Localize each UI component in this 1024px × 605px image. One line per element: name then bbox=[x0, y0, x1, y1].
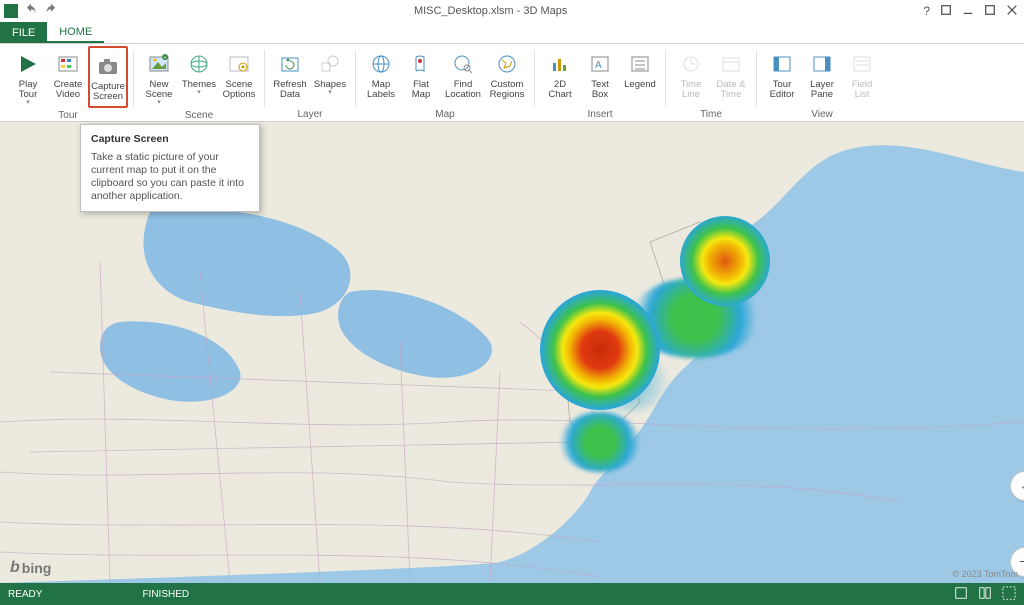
tooltip-capture-screen: Capture Screen Take a static picture of … bbox=[80, 124, 260, 212]
tab-home[interactable]: HOME bbox=[47, 22, 104, 43]
shapes-icon bbox=[316, 50, 344, 78]
custom-regions-button[interactable]: Custom Regions bbox=[485, 46, 529, 107]
group-label-view: View bbox=[811, 107, 833, 121]
status-finished: FINISHED bbox=[142, 589, 189, 600]
status-ready: READY bbox=[8, 589, 42, 600]
ribbon-display-button[interactable] bbox=[940, 4, 952, 19]
scene-options-button[interactable]: Scene Options bbox=[219, 46, 259, 108]
ribbon-group-layer: Refresh Data Shapes ▾ Layer bbox=[268, 46, 352, 121]
svg-text:+: + bbox=[164, 55, 167, 61]
window-title: MISC_Desktop.xlsm - 3D Maps bbox=[58, 5, 923, 17]
refresh-data-button[interactable]: Refresh Data bbox=[270, 46, 310, 107]
text-box-icon: A bbox=[586, 50, 614, 78]
close-button[interactable] bbox=[1006, 4, 1018, 19]
field-list-button: Field List bbox=[842, 46, 882, 107]
chevron-down-icon: ▾ bbox=[328, 90, 332, 96]
new-scene-button[interactable]: + New Scene ▾ bbox=[139, 46, 179, 108]
globe-icon bbox=[185, 50, 213, 78]
options-icon bbox=[225, 50, 253, 78]
ribbon-group-map: Map Labels Flat Map Find Location Custom… bbox=[359, 46, 531, 121]
film-icon bbox=[54, 50, 82, 78]
map-labels-button[interactable]: Map Labels bbox=[361, 46, 401, 107]
ribbon-tabs: FILE HOME bbox=[0, 22, 1024, 44]
time-line-button: Time Line bbox=[671, 46, 711, 107]
group-label-insert: Insert bbox=[587, 107, 612, 121]
help-button[interactable]: ? bbox=[923, 4, 930, 19]
excel-app-icon bbox=[4, 4, 18, 18]
flat-map-icon bbox=[407, 50, 435, 78]
text-box-button[interactable]: A Text Box bbox=[580, 46, 620, 107]
play-tour-button[interactable]: Play Tour ▾ bbox=[8, 46, 48, 108]
bing-b-icon: b bbox=[10, 559, 20, 577]
title-bar: MISC_Desktop.xlsm - 3D Maps ? bbox=[0, 0, 1024, 22]
themes-button[interactable]: Themes ▾ bbox=[179, 46, 219, 108]
group-label-tour: Tour bbox=[58, 108, 77, 122]
chevron-down-icon: ▾ bbox=[157, 100, 161, 106]
play-icon bbox=[14, 50, 42, 78]
svg-text:A: A bbox=[595, 60, 602, 71]
view-mode-3[interactable] bbox=[1002, 586, 1016, 603]
search-globe-icon bbox=[449, 50, 477, 78]
group-label-layer: Layer bbox=[297, 107, 322, 121]
tab-file[interactable]: FILE bbox=[0, 22, 47, 43]
ribbon-group-scene: + New Scene ▾ Themes ▾ Scene Options Sce… bbox=[137, 46, 261, 121]
legend-button[interactable]: Legend bbox=[620, 46, 660, 107]
ribbon-group-view: Tour Editor Layer Pane Field List View bbox=[760, 46, 884, 121]
maximize-button[interactable] bbox=[984, 4, 996, 19]
ribbon-group-tour: Play Tour ▾ Create Video Capture Screen … bbox=[6, 46, 130, 121]
panel-left-icon bbox=[768, 50, 796, 78]
redo-button[interactable] bbox=[44, 3, 58, 20]
ribbon: Play Tour ▾ Create Video Capture Screen … bbox=[0, 44, 1024, 122]
camera-icon bbox=[94, 52, 122, 80]
tooltip-body: Take a static picture of your current ma… bbox=[91, 151, 249, 203]
map-copyright: © 2023 TomTom bbox=[953, 569, 1019, 579]
refresh-icon bbox=[276, 50, 304, 78]
calendar-icon bbox=[717, 50, 745, 78]
timeline-icon bbox=[677, 50, 705, 78]
list-icon bbox=[848, 50, 876, 78]
flat-map-button[interactable]: Flat Map bbox=[401, 46, 441, 107]
tooltip-title: Capture Screen bbox=[91, 133, 249, 145]
chart-2d-button[interactable]: 2D Chart bbox=[540, 46, 580, 107]
minimize-button[interactable] bbox=[962, 4, 974, 19]
bar-chart-icon bbox=[546, 50, 574, 78]
bing-logo: b bing bbox=[10, 559, 51, 577]
regions-icon bbox=[493, 50, 521, 78]
chevron-down-icon: ▾ bbox=[197, 90, 201, 96]
tour-editor-button[interactable]: Tour Editor bbox=[762, 46, 802, 107]
undo-button[interactable] bbox=[24, 3, 38, 20]
layer-pane-button[interactable]: Layer Pane bbox=[802, 46, 842, 107]
view-mode-2[interactable] bbox=[978, 586, 992, 603]
window-controls: ? bbox=[923, 4, 1024, 19]
picture-icon: + bbox=[145, 50, 173, 78]
capture-screen-button[interactable]: Capture Screen bbox=[88, 46, 128, 108]
date-time-button: Date & Time bbox=[711, 46, 751, 107]
globe-label-icon bbox=[367, 50, 395, 78]
ribbon-group-time: Time Line Date & Time Time bbox=[669, 46, 753, 121]
create-video-button[interactable]: Create Video bbox=[48, 46, 88, 108]
status-bar: READY FINISHED bbox=[0, 583, 1024, 605]
panel-right-icon bbox=[808, 50, 836, 78]
ribbon-group-insert: 2D Chart A Text Box Legend Insert bbox=[538, 46, 662, 121]
find-location-button[interactable]: Find Location bbox=[441, 46, 485, 107]
legend-icon bbox=[626, 50, 654, 78]
quick-access-toolbar bbox=[0, 3, 58, 20]
shapes-button[interactable]: Shapes ▾ bbox=[310, 46, 350, 107]
group-label-scene: Scene bbox=[185, 108, 213, 122]
group-label-map: Map bbox=[435, 107, 454, 121]
chevron-down-icon: ▾ bbox=[26, 100, 30, 106]
view-mode-1[interactable] bbox=[954, 586, 968, 603]
group-label-time: Time bbox=[700, 107, 722, 121]
